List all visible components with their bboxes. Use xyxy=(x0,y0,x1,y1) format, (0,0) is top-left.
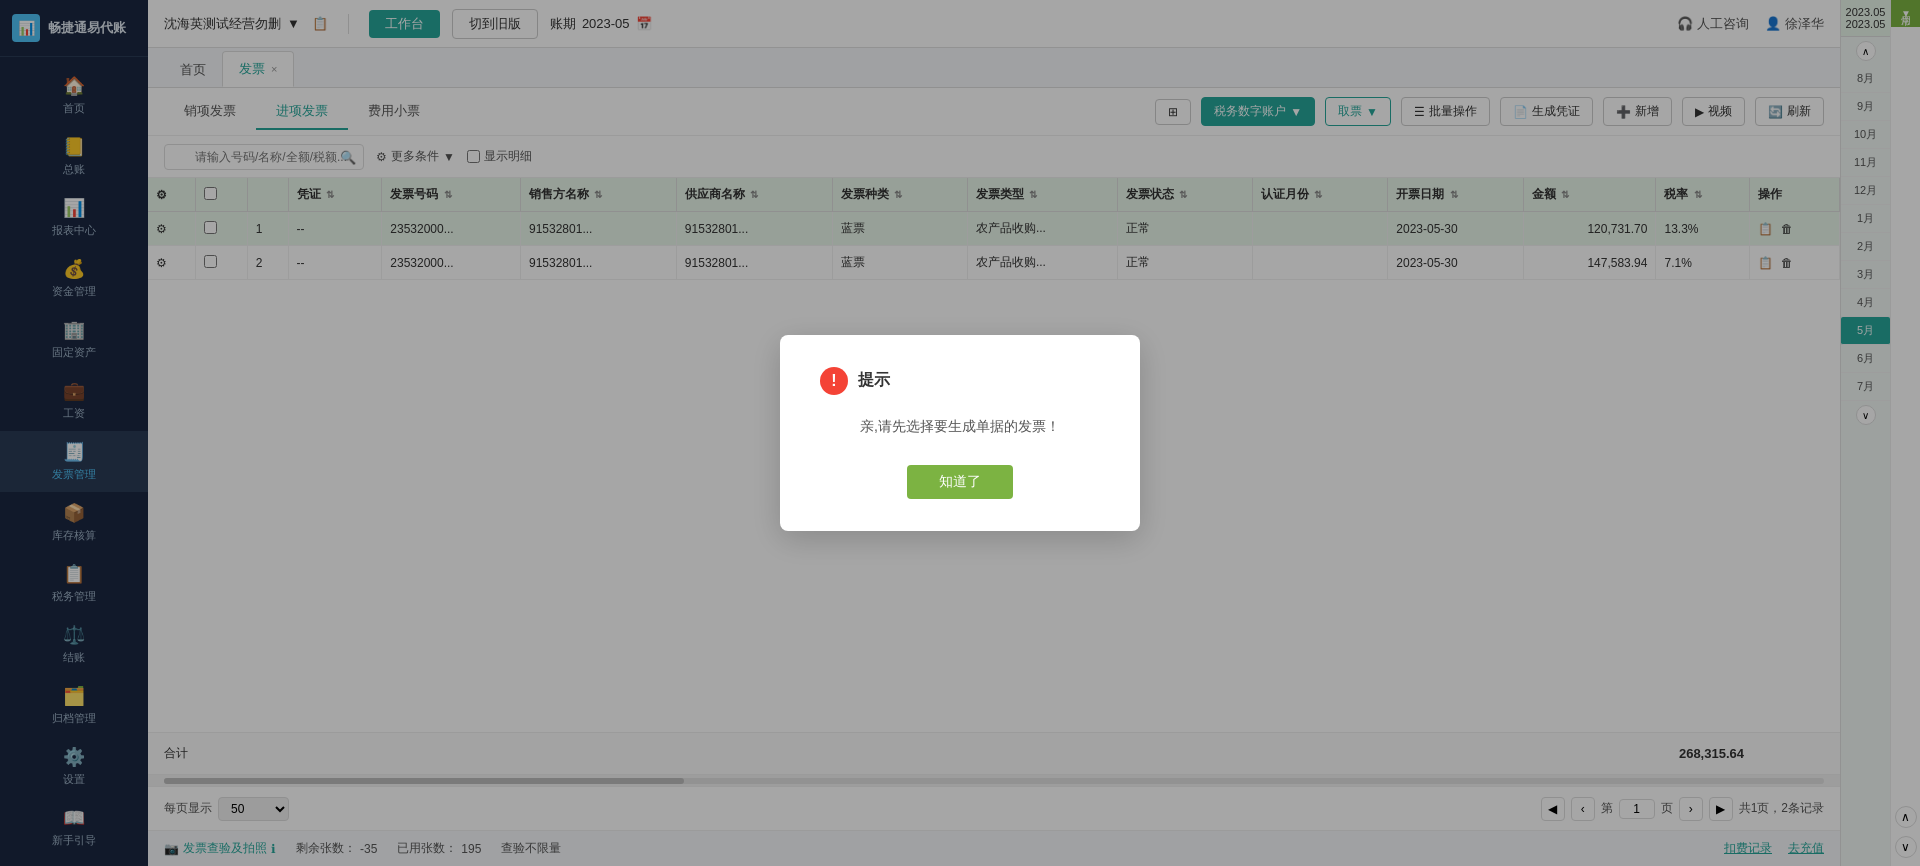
modal-confirm-button[interactable]: 知道了 xyxy=(907,465,1013,499)
modal-overlay: ! 提示 亲,请先选择要生成单据的发票！ 知道了 xyxy=(0,0,1920,866)
modal-title-row: ! 提示 xyxy=(820,367,1100,395)
modal-title: 提示 xyxy=(858,370,890,391)
warning-icon: ! xyxy=(820,367,848,395)
modal-body: 亲,请先选择要生成单据的发票！ xyxy=(820,415,1100,437)
modal-footer: 知道了 xyxy=(820,465,1100,499)
alert-modal: ! 提示 亲,请先选择要生成单据的发票！ 知道了 xyxy=(780,335,1140,531)
